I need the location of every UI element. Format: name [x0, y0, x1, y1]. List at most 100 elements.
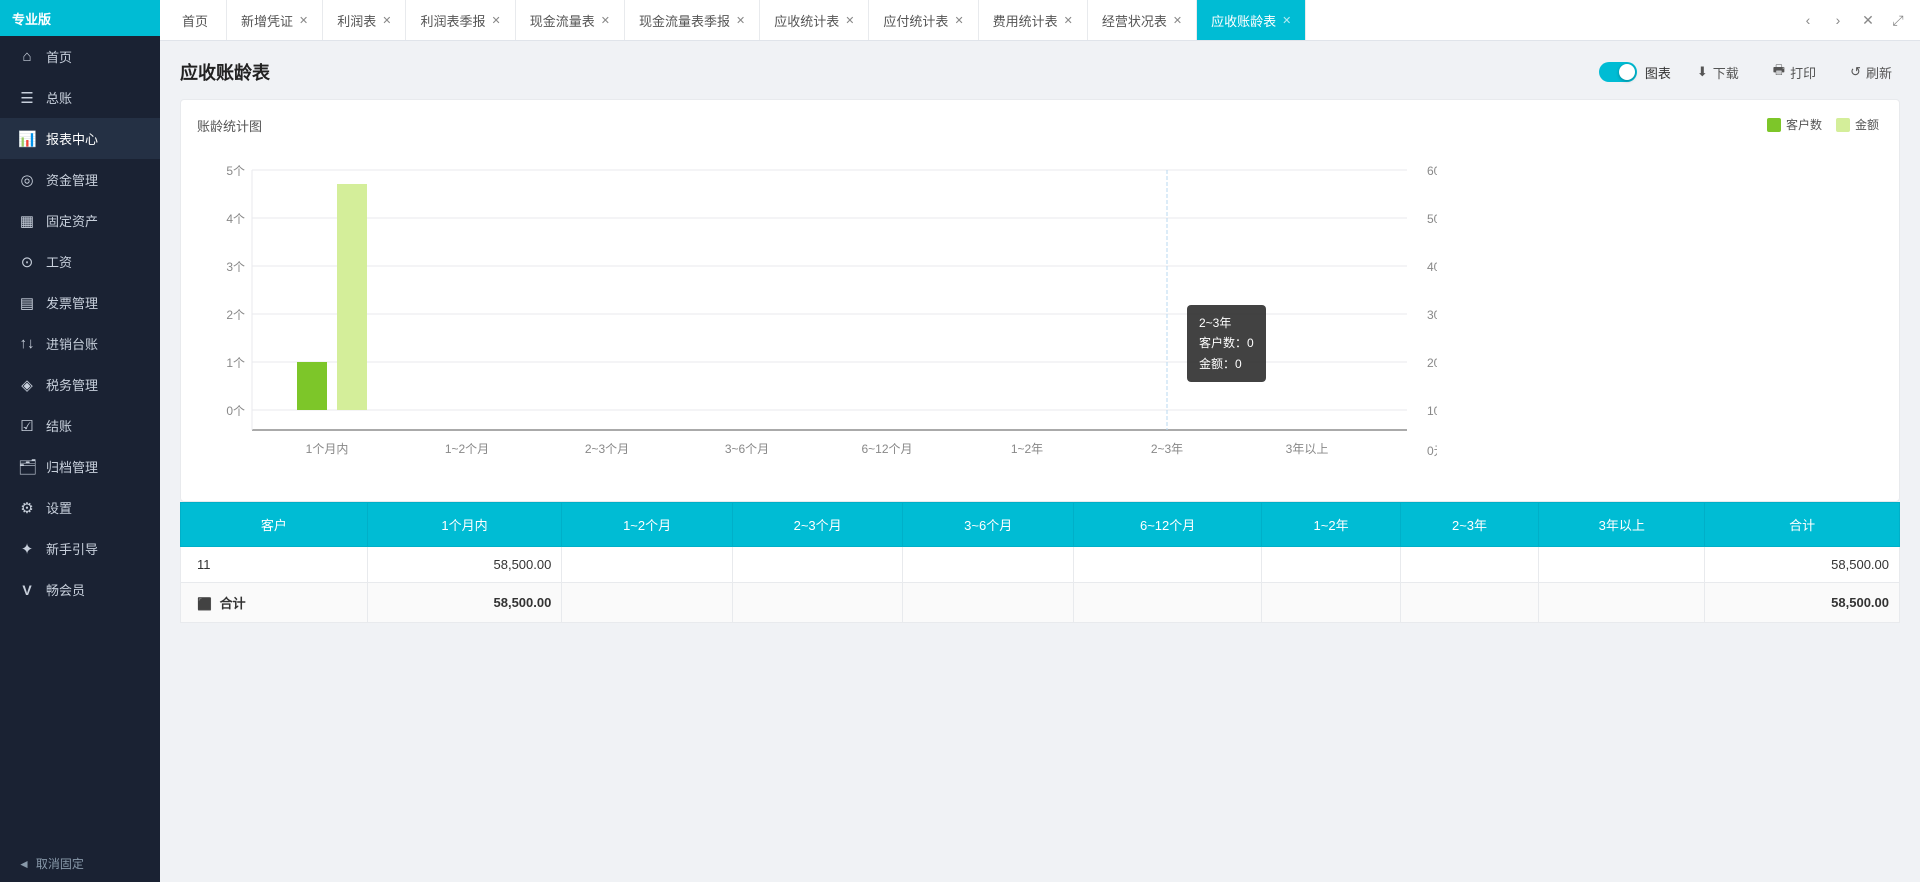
svg-text:1~2个月: 1~2个月 — [445, 442, 489, 456]
tab-ap-stats[interactable]: 应付统计表 ✕ — [869, 0, 978, 40]
sidebar-item-archive[interactable]: 🗂 归档管理 — [0, 446, 160, 487]
sales-icon: ↑↓ — [18, 335, 36, 352]
sidebar-item-invoice[interactable]: ▤ 发票管理 — [0, 282, 160, 323]
svg-text:2~3年: 2~3年 — [1151, 442, 1183, 456]
tabbar-controls: ‹ › ✕ ⤢ — [1794, 6, 1916, 34]
refresh-label: 刷新 — [1866, 63, 1892, 82]
svg-text:3~6个月: 3~6个月 — [725, 442, 769, 456]
settle-icon: ☑ — [18, 417, 36, 435]
svg-text:1~2年: 1~2年 — [1011, 442, 1043, 456]
bar-green-1 — [297, 362, 327, 410]
sidebar-item-sales[interactable]: ↑↓ 进销台账 — [0, 323, 160, 364]
svg-text:40,000.00元: 40,000.00元 — [1427, 260, 1437, 274]
tab-scroll-left[interactable]: ‹ — [1794, 6, 1822, 34]
tab-expense-stats-close[interactable]: ✕ — [1064, 14, 1073, 27]
cell-m12 — [562, 547, 733, 583]
tab-home[interactable]: 首页 — [164, 0, 227, 40]
cell-total-y3plus — [1539, 583, 1705, 623]
guide-icon: ✦ — [18, 540, 36, 558]
cell-total-m23 — [732, 583, 903, 623]
sidebar-item-fund[interactable]: ◎ 资金管理 — [0, 159, 160, 200]
tab-home-label: 首页 — [182, 11, 208, 30]
tab-ar-aging-close[interactable]: ✕ — [1282, 14, 1291, 27]
sidebar-item-salary[interactable]: ⊙ 工资 — [0, 241, 160, 282]
legend-amount: 金额 — [1836, 116, 1879, 133]
tab-ar-aging[interactable]: 应收账龄表 ✕ — [1197, 0, 1306, 40]
tab-expense-stats[interactable]: 费用统计表 ✕ — [979, 0, 1088, 40]
cell-total-m36 — [903, 583, 1074, 623]
tab-profit-quarter[interactable]: 利润表季报 ✕ — [406, 0, 515, 40]
sidebar-item-tax[interactable]: ◈ 税务管理 — [0, 364, 160, 405]
print-label: 打印 — [1790, 63, 1816, 82]
col-y3plus: 3年以上 — [1539, 503, 1705, 547]
cell-m23 — [732, 547, 903, 583]
sidebar: 专业版 ⌂ 首页 ☰ 总账 📊 报表中心 ◎ 资金管理 ▦ 固定资产 ⊙ 工资 … — [0, 0, 160, 882]
tab-scroll-right[interactable]: › — [1824, 6, 1852, 34]
tax-icon: ◈ — [18, 376, 36, 394]
tab-profit[interactable]: 利润表 ✕ — [323, 0, 406, 40]
cell-total-y23 — [1400, 583, 1538, 623]
sidebar-item-asset[interactable]: ▦ 固定资产 — [0, 200, 160, 241]
cell-total-y12 — [1262, 583, 1400, 623]
fund-icon: ◎ — [18, 171, 36, 189]
col-y23: 2~3年 — [1400, 503, 1538, 547]
sidebar-logo: 专业版 — [0, 0, 160, 36]
tab-cashflow-quarter-close[interactable]: ✕ — [736, 14, 745, 27]
tab-biz-status[interactable]: 经营状况表 ✕ — [1088, 0, 1197, 40]
tab-cashflow-quarter[interactable]: 现金流量表季报 ✕ — [625, 0, 760, 40]
cell-m1: 58,500.00 — [367, 547, 562, 583]
cell-y3plus — [1539, 547, 1705, 583]
cell-y12 — [1262, 547, 1400, 583]
refresh-button[interactable]: ↺ 刷新 — [1842, 59, 1900, 86]
sidebar-item-home[interactable]: ⌂ 首页 — [0, 36, 160, 77]
sidebar-item-label: 税务管理 — [46, 375, 98, 394]
sidebar-item-label: 新手引导 — [46, 539, 98, 558]
tab-voucher-close[interactable]: ✕ — [299, 14, 308, 27]
tab-biz-status-close[interactable]: ✕ — [1173, 14, 1182, 27]
tab-ar-aging-label: 应收账龄表 — [1211, 11, 1276, 30]
tab-profit-close[interactable]: ✕ — [382, 14, 391, 27]
tab-expense-stats-label: 费用统计表 — [993, 11, 1058, 30]
cell-total-m1: 58,500.00 — [367, 583, 562, 623]
print-button[interactable]: 🖶 打印 — [1765, 57, 1824, 87]
tab-ap-stats-close[interactable]: ✕ — [954, 14, 963, 27]
svg-text:0元: 0元 — [1427, 444, 1437, 458]
col-m23: 2~3个月 — [732, 503, 903, 547]
download-button[interactable]: ⬇ 下载 — [1689, 59, 1747, 86]
sidebar-item-vip[interactable]: V 畅会员 — [0, 569, 160, 610]
refresh-icon: ↺ — [1850, 64, 1861, 80]
svg-text:10,000.00元: 10,000.00元 — [1427, 404, 1437, 418]
cell-total: 58,500.00 — [1705, 547, 1900, 583]
chart-toggle[interactable] — [1599, 62, 1637, 82]
tab-close-all[interactable]: ✕ — [1854, 6, 1882, 34]
print-icon: 🖶 — [1773, 61, 1785, 83]
col-total: 合计 — [1705, 503, 1900, 547]
sidebar-item-settle[interactable]: ☑ 结账 — [0, 405, 160, 446]
sidebar-item-report[interactable]: 📊 报表中心 — [0, 118, 160, 159]
svg-text:0个: 0个 — [226, 404, 245, 418]
sidebar-item-label: 结账 — [46, 416, 72, 435]
legend-amount-dot — [1836, 118, 1850, 132]
tab-cashflow-label: 现金流量表 — [530, 11, 595, 30]
tab-profit-quarter-close[interactable]: ✕ — [492, 14, 501, 27]
sidebar-item-settings[interactable]: ⚙ 设置 — [0, 487, 160, 528]
tab-cashflow[interactable]: 现金流量表 ✕ — [516, 0, 625, 40]
svg-text:2~3个月: 2~3个月 — [585, 442, 629, 456]
sidebar-item-guide[interactable]: ✦ 新手引导 — [0, 528, 160, 569]
cell-y23 — [1400, 547, 1538, 583]
col-m12: 1~2个月 — [562, 503, 733, 547]
svg-text:6~12个月: 6~12个月 — [861, 442, 912, 456]
tab-cashflow-close[interactable]: ✕ — [601, 14, 610, 27]
tab-voucher-label: 新增凭证 — [241, 11, 293, 30]
tab-expand[interactable]: ⤢ — [1884, 6, 1912, 34]
tab-ar-stats-close[interactable]: ✕ — [845, 14, 854, 27]
tab-biz-status-label: 经营状况表 — [1102, 11, 1167, 30]
sidebar-item-ledger[interactable]: ☰ 总账 — [0, 77, 160, 118]
tab-ar-stats[interactable]: 应收统计表 ✕ — [760, 0, 869, 40]
salary-icon: ⊙ — [18, 253, 36, 271]
sidebar-unpin[interactable]: ◄ 取消固定 — [0, 845, 160, 882]
sidebar-item-label: 首页 — [46, 47, 72, 66]
sidebar-item-label: 工资 — [46, 252, 72, 271]
col-m1: 1个月内 — [367, 503, 562, 547]
tab-voucher[interactable]: 新增凭证 ✕ — [227, 0, 323, 40]
